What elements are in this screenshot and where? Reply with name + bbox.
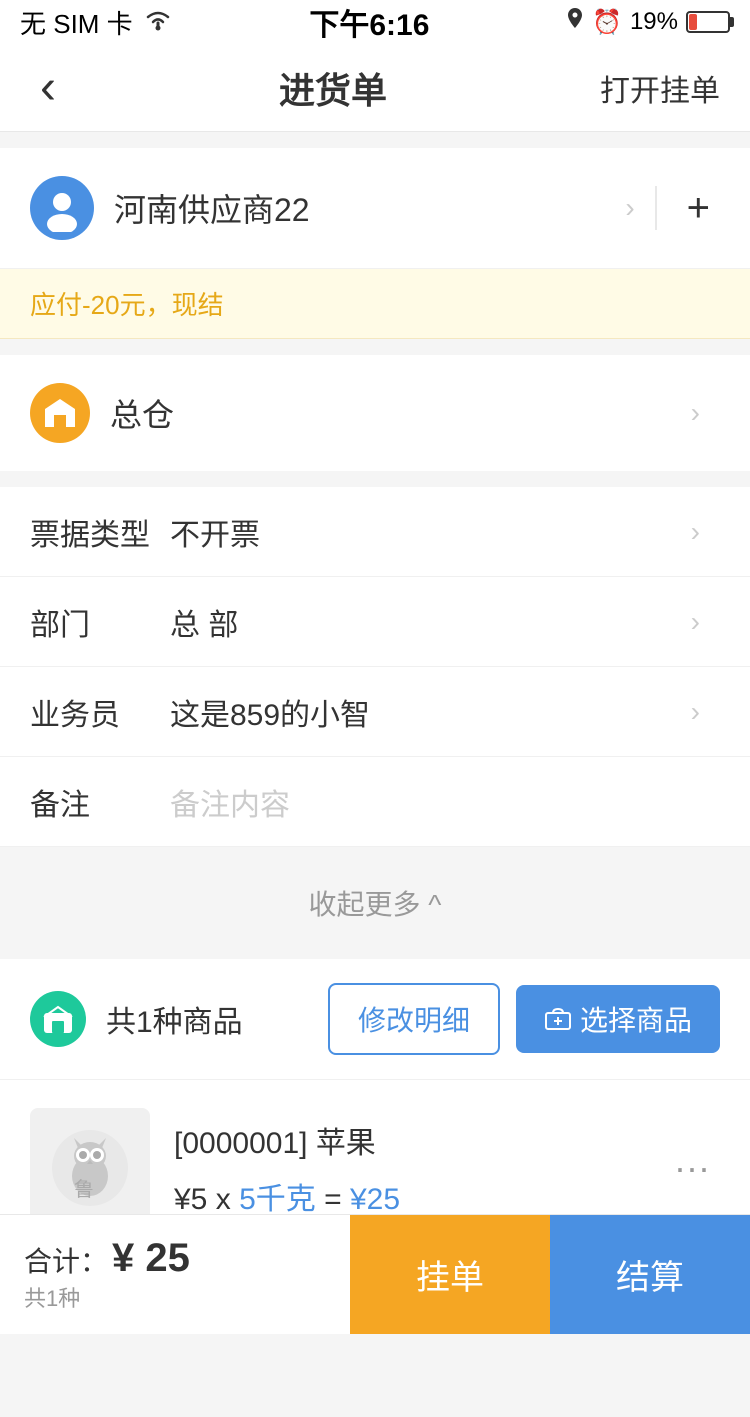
warehouse-row[interactable]: 总仓 › (0, 355, 750, 471)
product-info: [0000001] 苹果 ¥5 x 5千克 = ¥25 (174, 1118, 664, 1218)
alarm-icon: ⏰ (592, 8, 622, 37)
unit-price: ¥5 (174, 1183, 207, 1216)
warehouse-section: 总仓 › (0, 355, 750, 471)
product-count-label: 共1种商品 (106, 997, 328, 1041)
invoice-type-row[interactable]: 票据类型 不开票 › (0, 487, 750, 577)
product-more-button[interactable]: ··· (664, 1137, 720, 1199)
battery-label: 19% (630, 8, 678, 36)
notice-bar: 应付-20元，现结 (0, 269, 750, 339)
select-product-label: 选择商品 (580, 999, 692, 1039)
product-icon (30, 991, 86, 1047)
location-icon (566, 8, 584, 37)
warehouse-icon (30, 383, 90, 443)
divider (655, 186, 657, 230)
department-row[interactable]: 部门 总 部 › (0, 577, 750, 667)
equals-sign: = (324, 1183, 350, 1216)
supplier-row[interactable]: 河南供应商22 › + (0, 148, 750, 269)
item-total: ¥25 (350, 1183, 400, 1216)
remark-placeholder: 备注内容 (150, 780, 720, 824)
nav-bar: ‹ 进货单 打开挂单 (0, 44, 750, 132)
wifi-icon (143, 7, 173, 38)
multiply-sign: x (216, 1183, 239, 1216)
checkout-button[interactable]: 结算 (550, 1215, 750, 1334)
department-value: 总 部 (150, 600, 691, 644)
invoice-type-label: 票据类型 (30, 510, 150, 554)
total-amount: ¥ 25 (112, 1236, 190, 1281)
hang-button[interactable]: 挂单 (350, 1215, 550, 1334)
carrier-label: 无 SIM 卡 (20, 4, 133, 41)
status-left: 无 SIM 卡 (20, 4, 173, 41)
page-title: 进货单 (279, 62, 387, 114)
salesperson-row[interactable]: 业务员 这是859的小智 › (0, 667, 750, 757)
form-section: 票据类型 不开票 › 部门 总 部 › 业务员 这是859的小智 › 备注 备注… (0, 487, 750, 847)
notice-text: 应付-20元，现结 (30, 290, 224, 320)
open-hang-button[interactable]: 打开挂单 (600, 66, 720, 110)
product-thumbnail: 鲁 (30, 1108, 150, 1228)
supplier-section: 河南供应商22 › + 应付-20元，现结 (0, 148, 750, 339)
add-supplier-button[interactable]: + (677, 186, 720, 231)
product-id: [0000001] (174, 1127, 307, 1160)
select-product-button[interactable]: 选择商品 (516, 985, 720, 1053)
status-right: ⏰ 19% (566, 8, 730, 37)
product-name: [0000001] 苹果 (174, 1118, 664, 1162)
total-label: 合计： (24, 1240, 108, 1280)
bottom-bar: 合计： ¥ 25 共1种 挂单 结算 (0, 1214, 750, 1334)
total-row: 合计： ¥ 25 (24, 1236, 326, 1281)
product-apple: 苹果 (316, 1127, 376, 1160)
collapse-label: 收起更多 ^ (309, 889, 442, 920)
warehouse-name: 总仓 (110, 390, 691, 436)
edit-detail-button[interactable]: 修改明细 (328, 983, 500, 1055)
salesperson-value: 这是859的小智 (150, 690, 691, 734)
product-section: 共1种商品 修改明细 选择商品 (0, 959, 750, 1257)
product-price-row: ¥5 x 5千克 = ¥25 (174, 1174, 664, 1218)
invoice-type-value: 不开票 (150, 510, 691, 554)
supplier-chevron-icon: › (625, 192, 634, 224)
salesperson-label: 业务员 (30, 690, 150, 734)
total-section: 合计： ¥ 25 共1种 (0, 1215, 350, 1334)
supplier-avatar (30, 176, 94, 240)
invoice-chevron-icon: › (691, 516, 700, 548)
product-header: 共1种商品 修改明细 选择商品 (0, 959, 750, 1080)
remark-label: 备注 (30, 780, 150, 824)
status-bar: 无 SIM 卡 下午6:16 ⏰ 19% (0, 0, 750, 44)
total-count: 共1种 (24, 1281, 326, 1313)
svg-text:鲁: 鲁 (74, 1178, 94, 1201)
supplier-name: 河南供应商22 (114, 185, 625, 231)
checkout-label: 结算 (616, 1250, 684, 1299)
quantity: 5千克 (239, 1183, 316, 1216)
department-label: 部门 (30, 600, 150, 644)
remark-row[interactable]: 备注 备注内容 (0, 757, 750, 847)
warehouse-chevron-icon: › (691, 397, 700, 429)
hang-label: 挂单 (416, 1250, 484, 1299)
department-chevron-icon: › (691, 606, 700, 638)
back-button[interactable]: ‹ (30, 50, 66, 125)
battery-icon (686, 11, 730, 33)
salesperson-chevron-icon: › (691, 696, 700, 728)
collapse-bar[interactable]: 收起更多 ^ (0, 863, 750, 943)
status-time: 下午6:16 (309, 0, 429, 44)
